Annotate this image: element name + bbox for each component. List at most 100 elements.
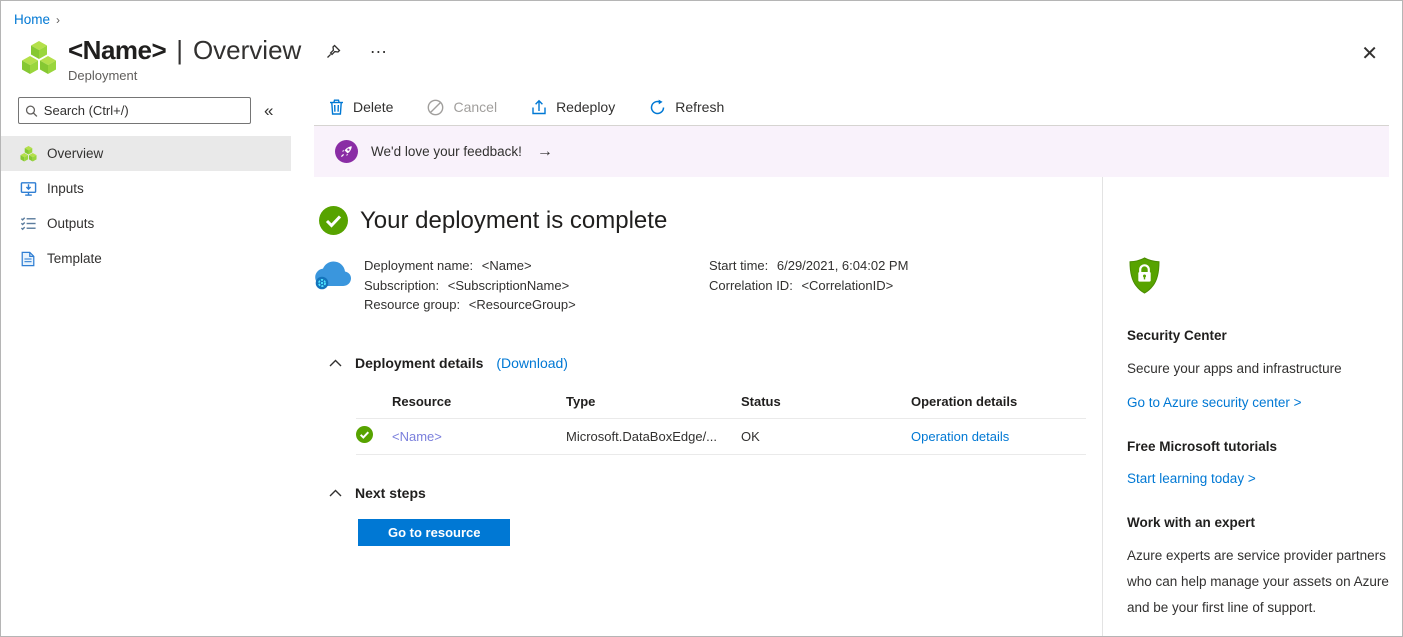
page-title-separator: | [176,35,183,66]
start-time-row: Start time: 6/29/2021, 6:04:02 PM [709,256,908,276]
status-heading: Your deployment is complete [360,207,667,235]
main-area: Delete Cancel Redeploy Refresh [291,89,1402,636]
sidebar-item-label: Template [47,251,102,266]
sidebar: « Overview Inputs [1,89,291,636]
cancel-label: Cancel [453,99,497,115]
redeploy-label: Redeploy [556,99,615,115]
refresh-label: Refresh [675,99,724,115]
resource-type-cell: Microsoft.DataBoxEdge/... [566,429,741,444]
search-input[interactable] [44,103,244,118]
chevron-up-icon[interactable] [329,359,342,367]
command-bar: Delete Cancel Redeploy Refresh [314,89,1389,126]
chevron-up-icon[interactable] [329,489,342,497]
correlation-id-label: Correlation ID: [709,278,793,293]
go-to-resource-button[interactable]: Go to resource [358,519,510,546]
arrow-right-icon: → [537,143,553,161]
cancel-slash-icon [427,99,444,116]
expert-section: Work with an expert Azure experts are se… [1127,515,1379,637]
table-row: <Name> Microsoft.DataBoxEdge/... OK Oper… [356,418,1086,455]
sidebar-item-label: Inputs [47,181,84,196]
resource-status-cell: OK [741,429,911,444]
start-time-value: 6/29/2021, 6:04:02 PM [777,258,909,273]
tutorials-section: Free Microsoft tutorials Start learning … [1127,439,1379,486]
search-box [18,97,251,124]
expert-title: Work with an expert [1127,515,1379,530]
deployment-details-title: Deployment details [355,355,483,371]
page-title-name: <Name> [68,35,166,66]
deployment-cubes-icon [21,39,57,75]
deployment-name-label: Deployment name: [364,258,473,273]
row-success-check-icon [356,426,392,446]
security-center-description: Secure your apps and infrastructure [1127,360,1379,378]
column-header-operation-details: Operation details [911,394,1086,409]
correlation-id-row: Correlation ID: <CorrelationID> [709,276,908,296]
feedback-banner[interactable]: We'd love your feedback! → [314,126,1389,177]
subscription-link[interactable]: <SubscriptionName> [448,278,569,293]
security-center-title: Security Center [1127,328,1379,343]
refresh-icon [649,99,666,116]
page-title-section: Overview [193,35,301,66]
sidebar-item-label: Overview [47,146,103,161]
close-icon[interactable]: ✕ [1361,41,1378,66]
deployment-name-value: <Name> [482,258,532,273]
sidebar-item-outputs[interactable]: Outputs [1,206,291,241]
success-check-icon [319,206,348,235]
subscription-label: Subscription: [364,278,439,293]
column-header-status: Status [741,394,911,409]
page-header: <Name> | Overview … Deployment ✕ [1,27,1402,89]
sidebar-item-overview[interactable]: Overview [1,136,291,171]
breadcrumb: Home › [1,1,1402,27]
pin-icon[interactable] [325,42,343,60]
resource-group-label: Resource group: [364,297,460,312]
security-shield-icon [1129,257,1160,296]
tutorials-title: Free Microsoft tutorials [1127,439,1379,454]
outputs-checklist-icon [19,215,37,233]
feedback-rocket-icon [335,140,358,163]
redeploy-button[interactable]: Redeploy [531,99,615,115]
download-link[interactable]: (Download) [496,355,568,371]
deployment-status: Your deployment is complete [314,206,1102,235]
collapse-sidebar-icon[interactable]: « [264,101,273,121]
more-options-icon[interactable]: … [369,42,389,60]
cancel-button[interactable]: Cancel [427,99,497,116]
expert-description: Azure experts are service provider partn… [1127,543,1403,621]
breadcrumb-home-link[interactable]: Home [14,12,50,27]
deployment-info: Deployment name: <Name> Subscription: <S… [314,256,1102,315]
deployment-content: Your deployment is complete [314,177,1102,636]
subscription-row: Subscription: <SubscriptionName> [364,276,709,296]
feedback-message: We'd love your feedback! [371,144,522,159]
sidebar-nav: Overview Inputs Outputs [1,136,291,276]
deployment-cubes-icon [19,145,37,163]
sidebar-item-label: Outputs [47,216,94,231]
template-document-icon [19,250,37,268]
next-steps-title: Next steps [355,485,426,501]
search-icon [25,104,38,118]
table-header-row: Resource Type Status Operation details [356,385,1086,418]
delete-button[interactable]: Delete [329,99,393,115]
resource-group-link[interactable]: <ResourceGroup> [469,297,576,312]
sidebar-item-template[interactable]: Template [1,241,291,276]
start-time-label: Start time: [709,258,768,273]
security-center-link[interactable]: Go to Azure security center > [1127,395,1379,410]
correlation-id-value: <CorrelationID> [801,278,893,293]
azure-deployment-blade: Home › <Name> | Overview [0,0,1403,637]
security-center-section: Security Center Secure your apps and inf… [1127,328,1379,410]
recommendations-panel: Security Center Secure your apps and inf… [1102,177,1389,636]
operation-details-link[interactable]: Operation details [911,429,1086,444]
resource-name-link[interactable]: <Name> [392,429,566,444]
deployment-details-table: Resource Type Status Operation details <… [356,385,1086,455]
breadcrumb-chevron-icon: › [56,13,60,27]
inputs-icon [19,180,37,198]
deployment-details-section-header: Deployment details (Download) [314,355,1102,371]
refresh-button[interactable]: Refresh [649,99,724,116]
delete-label: Delete [353,99,393,115]
redeploy-upload-icon [531,99,547,115]
cloud-deployment-icon [314,260,352,290]
column-header-resource: Resource [392,394,566,409]
column-header-type: Type [566,394,741,409]
page-subtitle: Deployment [68,68,389,83]
sidebar-item-inputs[interactable]: Inputs [1,171,291,206]
next-steps-section-header: Next steps [314,485,1102,501]
deployment-name-row: Deployment name: <Name> [364,256,709,276]
tutorials-link[interactable]: Start learning today > [1127,471,1379,486]
